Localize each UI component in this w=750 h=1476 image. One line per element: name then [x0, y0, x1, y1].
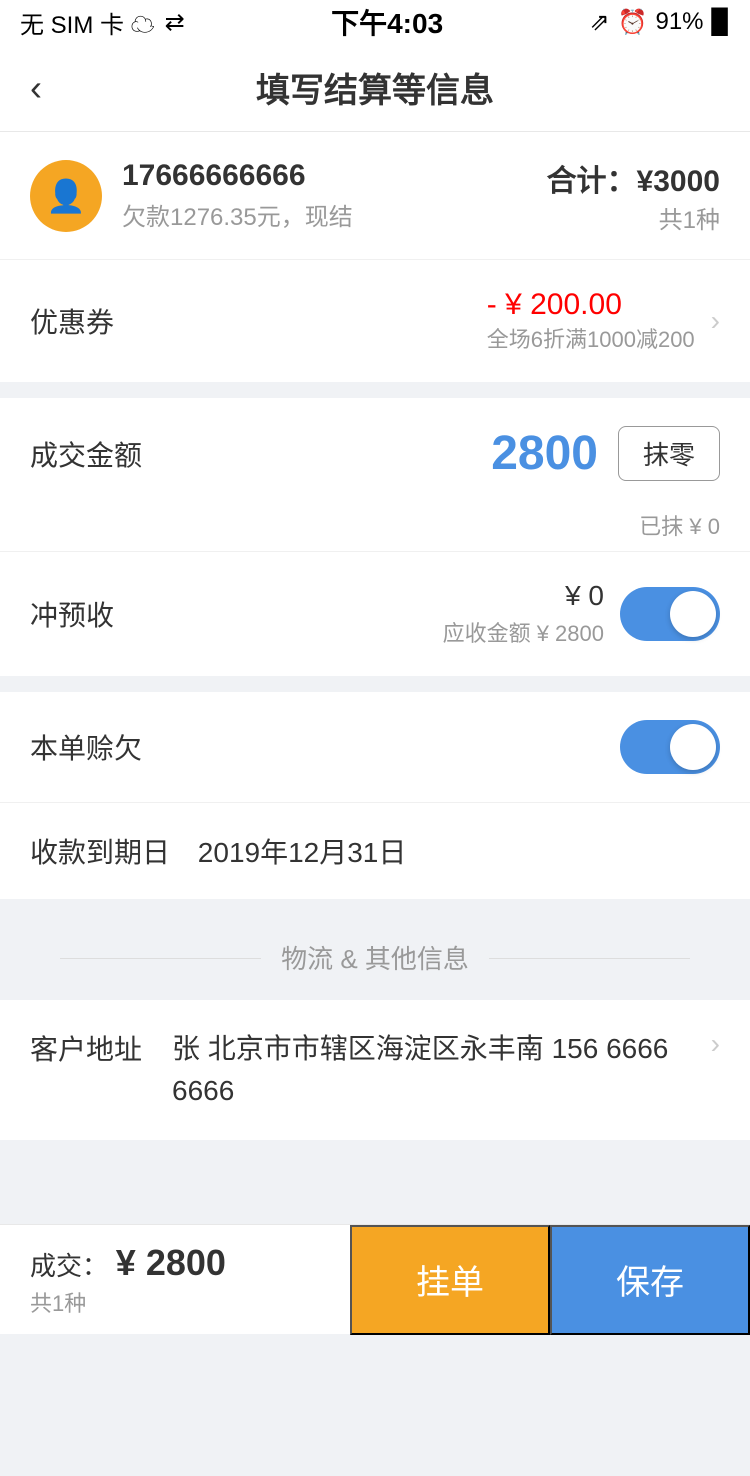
- address-value: 张 北京市市辖区海淀区永丰南 156 6666 6666: [172, 1028, 711, 1112]
- user-info-card: 👤 17666666666 欠款1276.35元，现结 合计：¥3000 共1种…: [0, 132, 750, 382]
- discount-value-group: - ¥ 200.00 全场6折满1000减200: [487, 288, 695, 354]
- status-time: 下午4:03: [331, 2, 443, 42]
- bottom-count: 共1种: [30, 1286, 350, 1318]
- flush-prepay-toggle[interactable]: [620, 587, 720, 641]
- save-button[interactable]: 保存: [550, 1225, 750, 1335]
- battery-icon: ▉: [712, 8, 730, 37]
- address-row[interactable]: 客户地址 张 北京市市辖区海淀区永丰南 156 6666 6666 ›: [0, 1000, 750, 1140]
- bottom-bar: 成交： ¥ 2800 共1种 挂单 保存: [0, 1224, 750, 1334]
- address-chevron-icon: ›: [711, 1028, 720, 1060]
- credit-row: 本单赊欠: [0, 692, 750, 802]
- avatar-icon: 👤: [46, 177, 86, 215]
- user-details: 17666666666 欠款1276.35元，现结: [122, 159, 353, 232]
- deal-amount-label: 成交金额: [30, 434, 142, 474]
- flush-prepay-value: ¥ 0: [443, 580, 604, 612]
- flush-prepay-label: 冲预收: [30, 594, 114, 634]
- logistics-header-text: 物流 & 其他信息: [261, 939, 489, 976]
- deal-amount-section: 成交金额 2800 抹零 已抹 ¥ 0 冲预收 ¥ 0 应收金额 ¥ 2800: [0, 398, 750, 676]
- flush-prepay-row: 冲预收 ¥ 0 应收金额 ¥ 2800: [0, 551, 750, 676]
- discount-value: - ¥ 200.00: [487, 288, 695, 322]
- discount-row[interactable]: 优惠券 - ¥ 200.00 全场6折满1000减200 ›: [0, 259, 750, 382]
- total-amount: 合计：¥3000: [547, 156, 720, 200]
- nav-bar: ‹ 填写结算等信息: [0, 44, 750, 132]
- total-count: 共1种: [547, 200, 720, 235]
- user-phone: 17666666666: [122, 159, 353, 193]
- discount-chevron-icon: ›: [711, 305, 720, 337]
- flush-prepay-right: ¥ 0 应收金额 ¥ 2800: [443, 580, 720, 648]
- due-date-value: 2019年12月31日: [198, 837, 407, 868]
- no-sim-text: 无 SIM 卡 ☁: [20, 5, 155, 40]
- credit-section: 本单赊欠 收款到期日 2019年12月31日: [0, 692, 750, 899]
- deal-amount-sub: 已抹 ¥ 0: [0, 509, 750, 551]
- due-date-label: 收款到期日 2019年12月31日: [30, 831, 406, 871]
- user-sub: 欠款1276.35元，现结: [122, 197, 353, 232]
- address-card: 客户地址 张 北京市市辖区海淀区永丰南 156 6666 6666 ›: [0, 1000, 750, 1140]
- location-icon: ⇗: [589, 8, 609, 37]
- status-right: ⇗ ⏰ 91% ▉: [589, 8, 730, 37]
- discount-sub: 全场6折满1000减200: [487, 322, 695, 354]
- battery-text: 91%: [655, 8, 703, 36]
- credit-right: [620, 720, 720, 774]
- wifi-icon: ⇄: [165, 8, 185, 37]
- discount-label: 优惠券: [30, 301, 114, 341]
- logistics-section-header: 物流 & 其他信息: [0, 915, 750, 1000]
- hold-button[interactable]: 挂单: [350, 1225, 550, 1335]
- deal-amount-row: 成交金额 2800 抹零: [0, 398, 750, 509]
- user-right: 合计：¥3000 共1种: [547, 156, 720, 235]
- bottom-deal-amount: ¥ 2800: [116, 1242, 226, 1283]
- discount-right: - ¥ 200.00 全场6折满1000减200 ›: [487, 288, 720, 354]
- back-button[interactable]: ‹: [30, 67, 42, 109]
- credit-toggle[interactable]: [620, 720, 720, 774]
- alarm-icon: ⏰: [618, 8, 648, 37]
- bottom-deal-line: 成交： ¥ 2800: [30, 1242, 350, 1284]
- round-button[interactable]: 抹零: [618, 426, 720, 481]
- flush-prepay-sub: 应收金额 ¥ 2800: [443, 616, 604, 648]
- address-label: 客户地址: [30, 1028, 142, 1068]
- due-date-row: 收款到期日 2019年12月31日: [0, 802, 750, 899]
- bottom-deal-label: 成交：: [30, 1251, 108, 1281]
- user-left: 👤 17666666666 欠款1276.35元，现结: [30, 159, 353, 232]
- deal-amount-right: 2800 抹零: [491, 426, 720, 481]
- due-date-label-text: 收款到期日: [30, 837, 170, 868]
- credit-label: 本单赊欠: [30, 727, 142, 767]
- status-left: 无 SIM 卡 ☁ ⇄: [20, 5, 185, 40]
- bottom-info: 成交： ¥ 2800 共1种: [0, 1242, 350, 1318]
- deal-amount-value: 2800: [491, 426, 598, 481]
- avatar: 👤: [30, 160, 102, 232]
- status-bar: 无 SIM 卡 ☁ ⇄ 下午4:03 ⇗ ⏰ 91% ▉: [0, 0, 750, 44]
- page-title: 填写结算等信息: [256, 63, 494, 112]
- flush-prepay-values: ¥ 0 应收金额 ¥ 2800: [443, 580, 604, 648]
- user-row: 👤 17666666666 欠款1276.35元，现结 合计：¥3000 共1种: [0, 132, 750, 259]
